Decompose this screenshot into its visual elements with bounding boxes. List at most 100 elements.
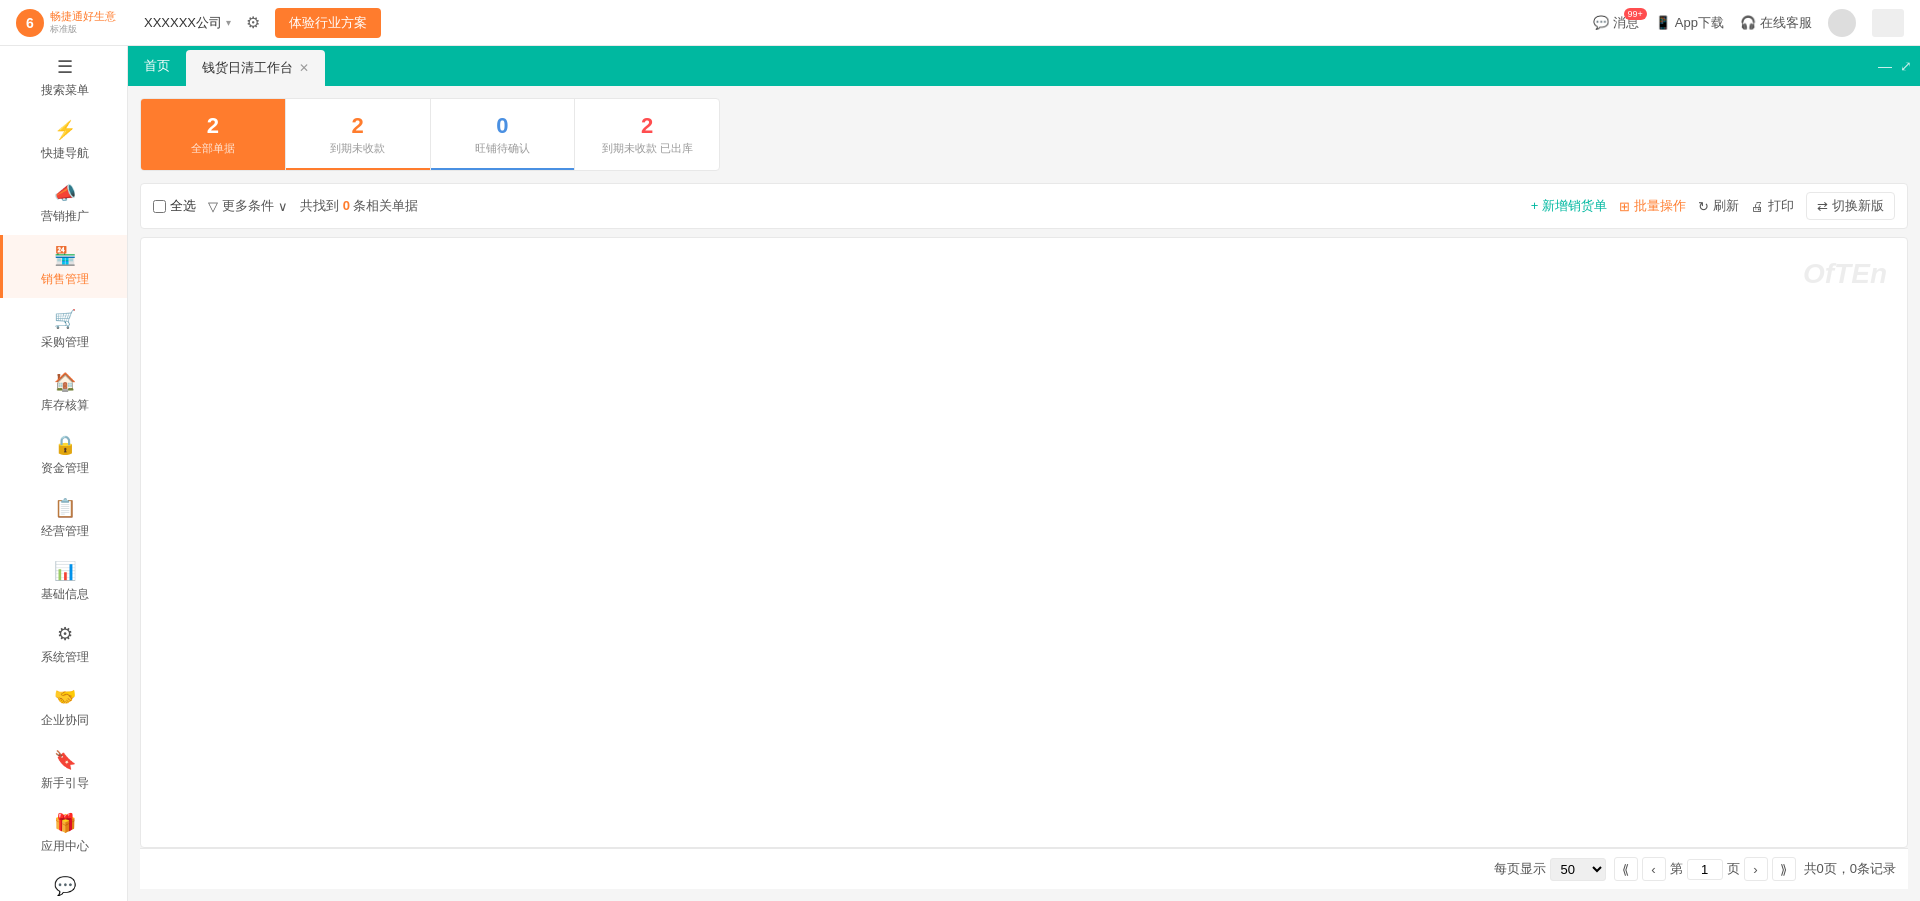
message-icon: 💬 [1593, 15, 1609, 30]
page-nav: ⟪ ‹ 第 页 › ⟫ [1614, 857, 1796, 881]
total-label: 共0页，0条记录 [1804, 860, 1896, 878]
trial-button[interactable]: 体验行业方案 [275, 8, 381, 38]
sidebar-label-inventory: 库存核算 [41, 397, 89, 414]
logo-sub: 标准版 [50, 23, 116, 36]
select-all-checkbox[interactable]: 全选 [153, 197, 196, 215]
sidebar-label-app-center: 应用中心 [41, 838, 89, 855]
found-text: 共找到 0 条相关单据 [300, 197, 418, 215]
page-last-button[interactable]: ⟫ [1772, 857, 1796, 881]
company-name: XXXXXX公司 [144, 14, 222, 32]
page-size-selector: 每页显示 50 20 100 [1494, 858, 1606, 881]
stat-card-pending[interactable]: 0 旺铺待确认 [431, 99, 576, 170]
batch-op-button[interactable]: ⊞ 批量操作 [1619, 197, 1686, 215]
page-first-button[interactable]: ⟪ [1614, 857, 1638, 881]
tab-maximize-icon[interactable]: ⤢ [1900, 58, 1912, 74]
refresh-icon: ↻ [1698, 199, 1709, 214]
select-all-input[interactable] [153, 200, 166, 213]
stat-label-shipped: 到期未收款 已出库 [595, 141, 699, 156]
filter-chevron-icon: ∨ [278, 199, 288, 214]
sidebar-item-marketing[interactable]: 📣 营销推广 [0, 172, 127, 235]
sidebar-label-sales: 销售管理 [41, 271, 89, 288]
headset-icon: 🎧 [1740, 15, 1756, 30]
tab-minimize-icon[interactable]: — [1878, 58, 1892, 74]
quick-nav-icon: ⚡ [54, 119, 76, 141]
sidebar-label-system: 系统管理 [41, 649, 89, 666]
toolbar-left: 全选 ▽ 更多条件 ∨ 共找到 0 条相关单据 [153, 197, 418, 215]
tab-home-label: 首页 [144, 57, 170, 75]
sidebar-item-enterprise[interactable]: 🤝 企业协同 [0, 676, 127, 739]
sidebar-item-search[interactable]: ☰ 搜索菜单 [0, 46, 127, 109]
tab-close-icon[interactable]: ✕ [299, 61, 309, 75]
stat-card-overdue[interactable]: 2 到期未收款 [286, 99, 431, 170]
table-area: OfTEn [140, 237, 1908, 848]
sidebar-item-guide[interactable]: 🔖 新手引导 [0, 739, 127, 802]
found-suffix: 条相关单据 [353, 198, 418, 213]
sidebar-label-guide: 新手引导 [41, 775, 89, 792]
sidebar-label-base-info: 基础信息 [41, 586, 89, 603]
settings-icon[interactable]: ⚙ [239, 9, 267, 37]
base-info-icon: 📊 [54, 560, 76, 582]
chevron-down-icon: ▾ [226, 17, 231, 28]
stat-number-shipped: 2 [595, 113, 699, 139]
stat-label-pending: 旺铺待确认 [451, 141, 555, 156]
top-bar: 6 畅捷通好生意 标准版 XXXXXX公司 ▾ ⚙ 体验行业方案 💬 消息 99… [0, 0, 1920, 46]
pagination-bar: 每页显示 50 20 100 ⟪ ‹ 第 页 › ⟫ 共0页，0条记录 [140, 848, 1908, 889]
tab-workbench[interactable]: 钱货日清工作台 ✕ [186, 50, 325, 86]
sidebar: ☰ 搜索菜单 ⚡ 快捷导航 📣 营销推广 🏪 销售管理 🛒 采购管理 🏠 库存核… [0, 46, 128, 901]
sidebar-item-operations[interactable]: 📋 经营管理 [0, 487, 127, 550]
sidebar-item-sales[interactable]: 🏪 销售管理 [0, 235, 127, 298]
tab-home[interactable]: 首页 [128, 46, 186, 86]
top-bar-left: 6 畅捷通好生意 标准版 XXXXXX公司 ▾ ⚙ 体验行业方案 [16, 8, 381, 38]
message-badge: 99+ [1624, 8, 1647, 20]
sidebar-item-purchase[interactable]: 🛒 采购管理 [0, 298, 127, 361]
enterprise-icon: 🤝 [54, 686, 76, 708]
sidebar-item-inventory[interactable]: 🏠 库存核算 [0, 361, 127, 424]
app-download-item[interactable]: 📱 App下载 [1655, 14, 1724, 32]
stat-label-overdue: 到期未收款 [306, 141, 410, 156]
switch-new-button[interactable]: ⇄ 切换新版 [1806, 192, 1895, 220]
page-label: 第 [1670, 860, 1683, 878]
stat-number-pending: 0 [451, 113, 555, 139]
operations-icon: 📋 [54, 497, 76, 519]
print-button[interactable]: 🖨 打印 [1751, 197, 1794, 215]
top-bar-right: 💬 消息 99+ 📱 App下载 🎧 在线客服 [1593, 9, 1904, 37]
batch-label: 批量操作 [1634, 197, 1686, 215]
stat-card-all[interactable]: 2 全部单据 [141, 99, 286, 170]
company-selector[interactable]: XXXXXX公司 ▾ [144, 14, 231, 32]
page-next-button[interactable]: › [1744, 857, 1768, 881]
search-icon: ☰ [57, 56, 73, 78]
app-download-label: App下载 [1675, 14, 1724, 32]
page-input[interactable] [1687, 859, 1723, 880]
found-count: 0 [343, 198, 350, 213]
finance-icon: 🔒 [54, 434, 76, 456]
sidebar-item-wechat[interactable]: 💬 企业微信 [0, 865, 127, 901]
avatar[interactable] [1828, 9, 1856, 37]
print-label: 打印 [1768, 197, 1794, 215]
sidebar-item-finance[interactable]: 🔒 资金管理 [0, 424, 127, 487]
filter-label: 更多条件 [222, 197, 274, 215]
sidebar-item-base-info[interactable]: 📊 基础信息 [0, 550, 127, 613]
refresh-button[interactable]: ↻ 刷新 [1698, 197, 1739, 215]
sidebar-item-app-center[interactable]: 🎁 应用中心 [0, 802, 127, 865]
page-prev-button[interactable]: ‹ [1642, 857, 1666, 881]
user-menu[interactable] [1872, 9, 1904, 37]
sales-icon: 🏪 [54, 245, 76, 267]
sidebar-label-search: 搜索菜单 [41, 82, 89, 99]
message-item[interactable]: 💬 消息 99+ [1593, 14, 1639, 32]
online-service-item[interactable]: 🎧 在线客服 [1740, 14, 1812, 32]
refresh-label: 刷新 [1713, 197, 1739, 215]
main-content: 首页 钱货日清工作台 ✕ — ⤢ 2 全部单据 2 [128, 46, 1920, 901]
stat-card-shipped[interactable]: 2 到期未收款 已出库 [575, 99, 719, 170]
sidebar-label-operations: 经营管理 [41, 523, 89, 540]
page-size-select[interactable]: 50 20 100 [1550, 858, 1606, 881]
found-prefix: 共找到 [300, 198, 339, 213]
sidebar-label-marketing: 营销推广 [41, 208, 89, 225]
filter-button[interactable]: ▽ 更多条件 ∨ [208, 197, 288, 215]
new-sale-button[interactable]: + 新增销货单 [1531, 197, 1607, 215]
page-size-label: 每页显示 [1494, 860, 1546, 878]
sidebar-item-system[interactable]: ⚙ 系统管理 [0, 613, 127, 676]
logo-area: 6 畅捷通好生意 标准版 [16, 9, 116, 37]
sidebar-item-quick-nav[interactable]: ⚡ 快捷导航 [0, 109, 127, 172]
batch-icon: ⊞ [1619, 199, 1630, 214]
toolbar-right: + 新增销货单 ⊞ 批量操作 ↻ 刷新 🖨 打印 ⇄ [1531, 192, 1895, 220]
